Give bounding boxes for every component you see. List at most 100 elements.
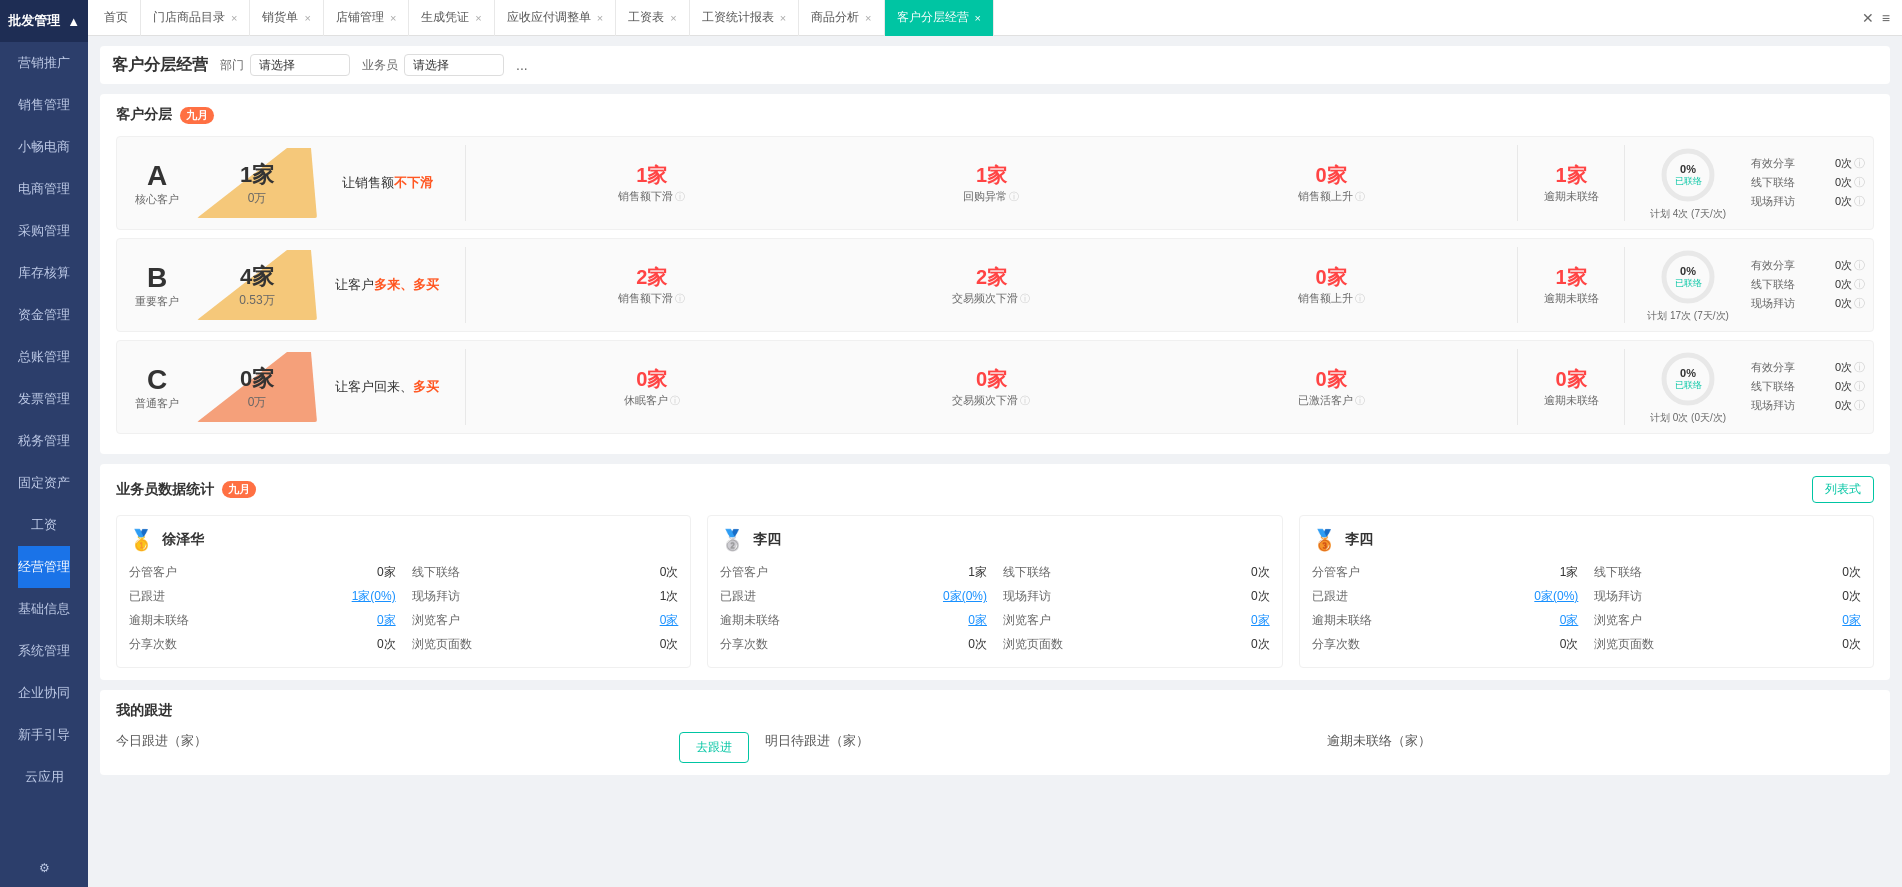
tier-divider2 xyxy=(1517,247,1518,323)
stat-info-icon[interactable]: ⓘ xyxy=(1020,394,1030,408)
sidebar-item-新手引导[interactable]: 新手引导 xyxy=(18,714,70,756)
staff-stat-value[interactable]: 0家(0%) xyxy=(943,588,987,605)
staff-stat-value[interactable]: 0家(0%) xyxy=(1534,588,1578,605)
staff-stat-value: 0次 xyxy=(660,636,679,653)
sidebar-item-企业协同[interactable]: 企业协同 xyxy=(18,672,70,714)
right-stat-row: 现场拜访0次ⓘ xyxy=(1751,296,1865,311)
tab-生成凭证[interactable]: 生成凭证× xyxy=(409,0,494,36)
customer-section-title: 客户分层 九月 xyxy=(116,106,1874,124)
stat-label: 交易频次下滑 ⓘ xyxy=(952,393,1030,408)
sidebar-item-总账管理[interactable]: 总账管理 xyxy=(18,336,70,378)
sidebar-item-库存核算[interactable]: 库存核算 xyxy=(18,252,70,294)
tab-销货单[interactable]: 销货单× xyxy=(250,0,323,36)
go-followup-button[interactable]: 去跟进 xyxy=(679,732,749,763)
sidebar-item-销售管理[interactable]: 销售管理 xyxy=(18,84,70,126)
right-stat-info-icon[interactable]: ⓘ xyxy=(1854,360,1865,375)
right-stat-info-icon[interactable]: ⓘ xyxy=(1854,296,1865,311)
sidebar-item-云应用[interactable]: 云应用 xyxy=(18,756,70,798)
stat-number: 0家 xyxy=(1316,264,1347,291)
right-stat-info-icon[interactable]: ⓘ xyxy=(1854,398,1865,413)
tab-close-icon[interactable]: × xyxy=(670,12,676,24)
tab-应收应付调整单[interactable]: 应收应付调整单× xyxy=(495,0,616,36)
right-stat-info-icon[interactable]: ⓘ xyxy=(1854,379,1865,394)
list-view-button[interactable]: 列表式 xyxy=(1812,476,1874,503)
staff-stat-value[interactable]: 1家(0%) xyxy=(352,588,396,605)
stat-info-icon[interactable]: ⓘ xyxy=(1355,394,1365,408)
staff-card-0: 🥇徐泽华分管客户0家线下联络0次已跟进1家(0%)现场拜访1次逾期未联络0家浏览… xyxy=(116,515,691,668)
staff-stat-label: 已跟进 xyxy=(129,588,165,605)
right-stat-info-icon[interactable]: ⓘ xyxy=(1854,258,1865,273)
tab-close-icon[interactable]: × xyxy=(975,12,981,24)
sidebar-item-电商管理[interactable]: 电商管理 xyxy=(18,168,70,210)
sidebar-item-系统管理[interactable]: 系统管理 xyxy=(18,630,70,672)
tier-name-A: 核心客户 xyxy=(135,192,179,207)
filter-more-button[interactable]: ... xyxy=(516,57,528,73)
tomorrow-followup-label: 明日待跟进（家） xyxy=(765,732,1312,750)
tab-menu-button[interactable]: ≡ xyxy=(1882,10,1890,26)
tab-close-icon[interactable]: × xyxy=(475,12,481,24)
tab-close-all-button[interactable]: ✕ xyxy=(1862,10,1874,26)
sidebar-settings[interactable]: ⚙ xyxy=(0,849,88,887)
staff-stat-row: 分管客户0家 xyxy=(129,562,396,583)
sidebar-item-小畅电商[interactable]: 小畅电商 xyxy=(18,126,70,168)
tab-close-icon[interactable]: × xyxy=(780,12,786,24)
right-stat-row: 现场拜访0次ⓘ xyxy=(1751,398,1865,413)
tab-close-icon[interactable]: × xyxy=(597,12,603,24)
sidebar-item-税务管理[interactable]: 税务管理 xyxy=(18,420,70,462)
staff-stat-value[interactable]: 0家 xyxy=(1251,612,1270,629)
staff-stat-value[interactable]: 0家 xyxy=(1842,612,1861,629)
staff-stat-value[interactable]: 0家 xyxy=(1560,612,1579,629)
staff-stat-label: 浏览客户 xyxy=(1594,612,1642,629)
right-stat-info-icon[interactable]: ⓘ xyxy=(1854,194,1865,209)
tab-close-icon[interactable]: × xyxy=(304,12,310,24)
sidebar-item-发票管理[interactable]: 发票管理 xyxy=(18,378,70,420)
staff-header-1: 🥈李四 xyxy=(720,528,1269,552)
tier-row-C: C普通客户0家0万让客户回来、多买0家休眠客户 ⓘ0家交易频次下滑 ⓘ0家已激活… xyxy=(116,340,1874,434)
tab-close-icon[interactable]: × xyxy=(390,12,396,24)
staff-stat-row: 分享次数0次 xyxy=(129,634,396,655)
sidebar-item-营销推广[interactable]: 营销推广 xyxy=(18,42,70,84)
staff-stat-value[interactable]: 0家 xyxy=(660,612,679,629)
stat-info-icon[interactable]: ⓘ xyxy=(670,394,680,408)
sidebar-item-经营管理[interactable]: 经营管理 xyxy=(18,546,70,588)
stat-info-icon[interactable]: ⓘ xyxy=(1009,190,1019,204)
stat-info-icon[interactable]: ⓘ xyxy=(1020,292,1030,306)
stat-info-icon[interactable]: ⓘ xyxy=(1355,190,1365,204)
sidebar-item-采购管理[interactable]: 采购管理 xyxy=(18,210,70,252)
stat-info-icon[interactable]: ⓘ xyxy=(675,292,685,306)
page-content: 客户分层经营 部门 请选择 业务员 请选择 ... 客户分层 九月 A核心客户1… xyxy=(88,36,1902,887)
stat-info-icon[interactable]: ⓘ xyxy=(675,190,685,204)
right-stat-info-icon[interactable]: ⓘ xyxy=(1854,156,1865,171)
staff-stat-row: 现场拜访1次 xyxy=(412,586,679,607)
sidebar-item-固定资产[interactable]: 固定资产 xyxy=(18,462,70,504)
tab-商品分析[interactable]: 商品分析× xyxy=(799,0,884,36)
tab-工资统计报表[interactable]: 工资统计报表× xyxy=(690,0,799,36)
staff-stat-value: 0家 xyxy=(377,564,396,581)
tab-close-icon[interactable]: × xyxy=(865,12,871,24)
tab-门店商品目录[interactable]: 门店商品目录× xyxy=(141,0,250,36)
stat-info-icon[interactable]: ⓘ xyxy=(1355,292,1365,306)
right-stat-label: 有效分享 xyxy=(1751,258,1795,273)
overdue-label: 逾期未联络 xyxy=(1544,291,1599,306)
tier-count-number-A: 1家 xyxy=(240,160,274,190)
staff-stat-value[interactable]: 0家 xyxy=(377,612,396,629)
right-stat-value: 0次 xyxy=(1835,360,1852,375)
sidebar-item-资金管理[interactable]: 资金管理 xyxy=(18,294,70,336)
sidebar-item-基础信息[interactable]: 基础信息 xyxy=(18,588,70,630)
right-stat-info-icon[interactable]: ⓘ xyxy=(1854,175,1865,190)
tab-首页[interactable]: 首页 xyxy=(92,0,141,36)
tab-close-icon[interactable]: × xyxy=(231,12,237,24)
right-stat-info-icon[interactable]: ⓘ xyxy=(1854,277,1865,292)
overdue-followup-col: 逾期未联络（家） xyxy=(1327,732,1874,758)
staff-stat-row: 分管客户1家 xyxy=(720,562,987,583)
tab-店铺管理[interactable]: 店铺管理× xyxy=(324,0,409,36)
staff-stat-row: 浏览客户 0家 xyxy=(1594,610,1861,631)
sidebar-header[interactable]: 批发管理 ▲ xyxy=(0,0,88,42)
sales-filter-select[interactable]: 请选择 xyxy=(404,54,504,76)
dept-filter-select[interactable]: 请选择 xyxy=(250,54,350,76)
staff-card-2: 🥉李四分管客户1家线下联络0次已跟进0家(0%)现场拜访0次逾期未联络0家浏览客… xyxy=(1299,515,1874,668)
sidebar-item-工资[interactable]: 工资 xyxy=(18,504,70,546)
staff-stat-value[interactable]: 0家 xyxy=(968,612,987,629)
tab-工资表[interactable]: 工资表× xyxy=(616,0,689,36)
tab-客户分层经营[interactable]: 客户分层经营× xyxy=(885,0,994,36)
